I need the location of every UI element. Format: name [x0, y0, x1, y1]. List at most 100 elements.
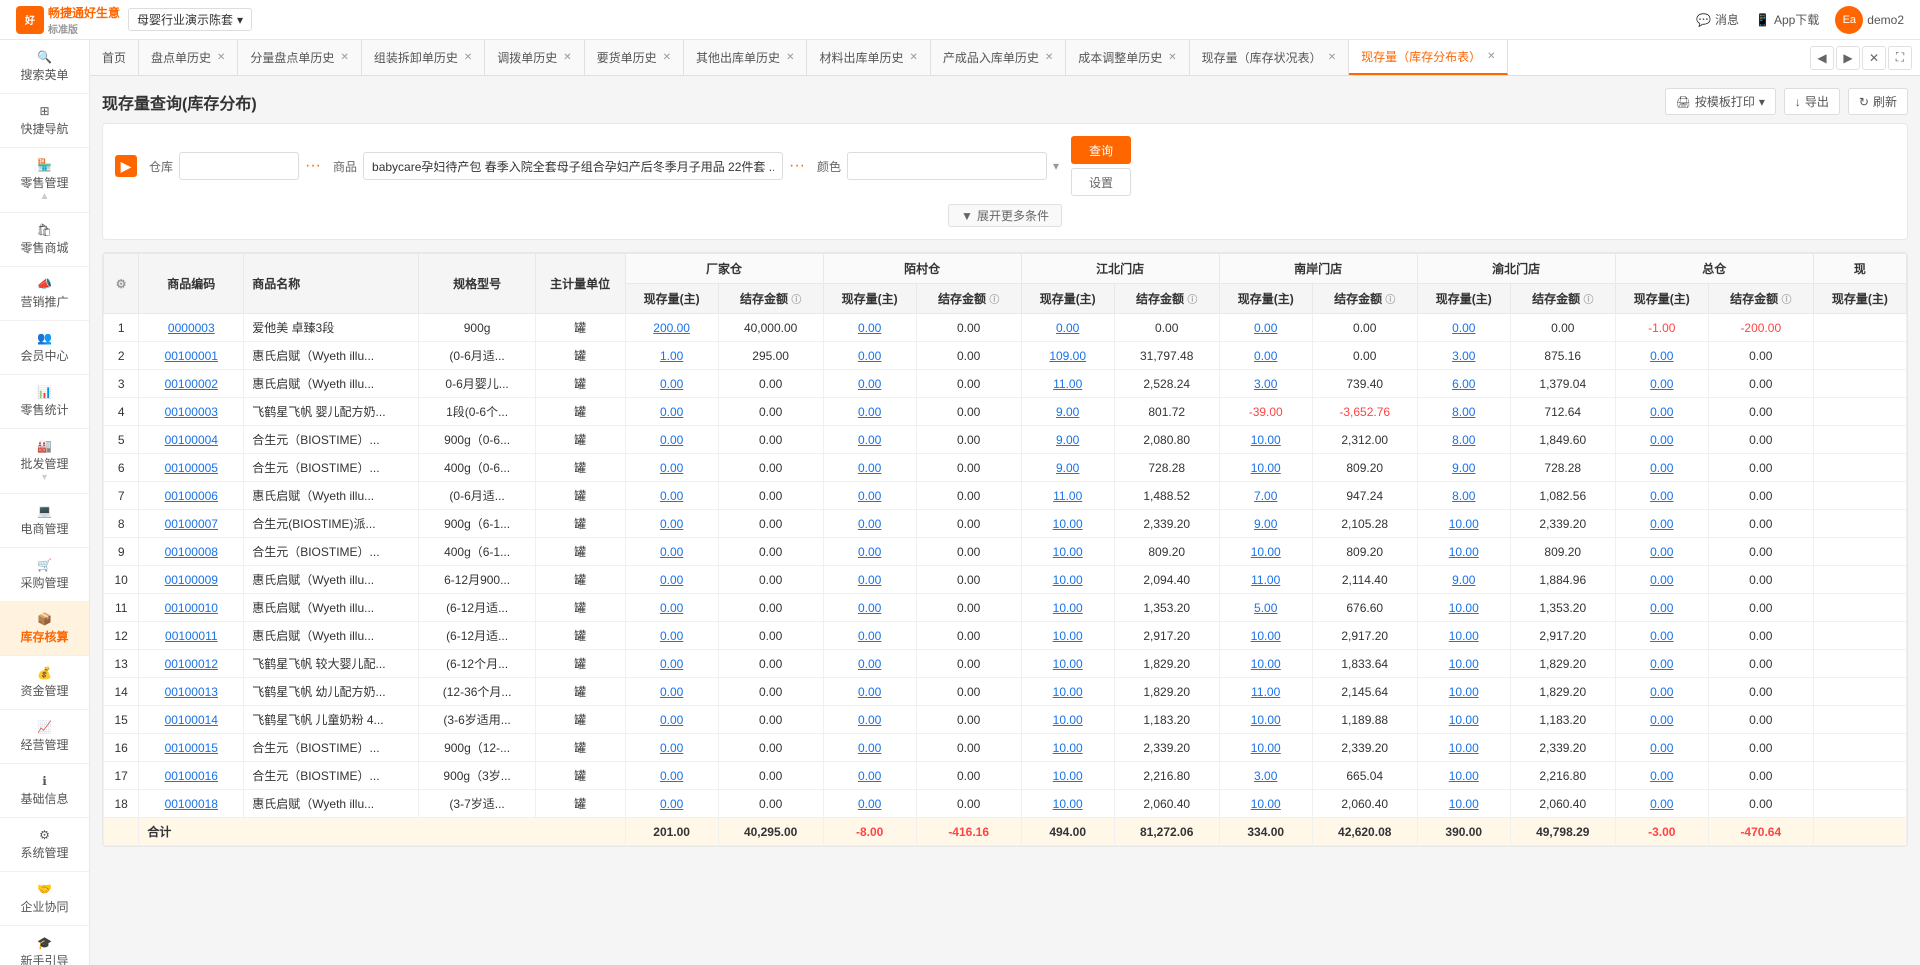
- yubei-qty-link[interactable]: 10.00: [1449, 797, 1479, 811]
- sidebar-item-system[interactable]: ⚙ 系统管理: [0, 818, 89, 872]
- nanan-qty-link[interactable]: 10.00: [1251, 713, 1281, 727]
- tab-home[interactable]: 首页: [90, 40, 139, 75]
- app-download-btn[interactable]: 📱 App下载: [1755, 11, 1819, 28]
- nanan-qty-link[interactable]: 10.00: [1251, 433, 1281, 447]
- close-icon5[interactable]: ✕: [663, 52, 671, 63]
- sidebar-item-purchase[interactable]: 🛒 采购管理: [0, 548, 89, 602]
- mocun-qty-link[interactable]: 0.00: [858, 349, 881, 363]
- total-qty-link[interactable]: -1.00: [1648, 321, 1675, 335]
- jiangbei-qty-link[interactable]: 10.00: [1053, 629, 1083, 643]
- mocun-qty-link[interactable]: 0.00: [858, 629, 881, 643]
- factory-qty-link[interactable]: 0.00: [660, 461, 683, 475]
- total-qty-link[interactable]: 0.00: [1650, 685, 1673, 699]
- sidebar-item-enterprise[interactable]: 🤝 企业协同: [0, 872, 89, 926]
- code-link[interactable]: 00100016: [165, 769, 218, 783]
- code-link[interactable]: 00100010: [165, 601, 218, 615]
- code-link[interactable]: 00100011: [165, 629, 218, 643]
- factory-qty-link[interactable]: 0.00: [660, 797, 683, 811]
- sidebar-item-search[interactable]: 🔍 搜索英单: [0, 40, 89, 94]
- code-link[interactable]: 00100009: [165, 573, 218, 587]
- jiangbei-qty-link[interactable]: 10.00: [1053, 517, 1083, 531]
- setup-btn[interactable]: 设置: [1071, 168, 1131, 196]
- code-link[interactable]: 00100007: [165, 517, 218, 531]
- total-qty-link[interactable]: 0.00: [1650, 545, 1673, 559]
- tab-requisition[interactable]: 要货单历史 ✕: [585, 40, 684, 75]
- code-link[interactable]: 00100012: [165, 657, 218, 671]
- col-settings[interactable]: ⚙: [104, 254, 139, 314]
- user-area[interactable]: Ea demo2: [1835, 6, 1904, 34]
- jiangbei-qty-link[interactable]: 0.00: [1056, 321, 1079, 335]
- jiangbei-qty-link[interactable]: 10.00: [1053, 573, 1083, 587]
- nanan-qty-link[interactable]: 9.00: [1254, 517, 1277, 531]
- mocun-qty-link[interactable]: 0.00: [858, 769, 881, 783]
- sidebar-item-nav[interactable]: ⊞ 快捷导航: [0, 94, 89, 148]
- tab-expand-btn[interactable]: ⛶: [1888, 46, 1912, 70]
- code-link[interactable]: 00100001: [165, 349, 218, 363]
- nanan-qty-link[interactable]: 11.00: [1251, 573, 1280, 587]
- mocun-qty-link[interactable]: 0.00: [858, 321, 881, 335]
- query-btn[interactable]: 查询: [1071, 136, 1131, 164]
- product-dots[interactable]: ···: [789, 157, 805, 175]
- total-qty-link[interactable]: 0.00: [1650, 461, 1673, 475]
- nanan-qty-link[interactable]: 0.00: [1254, 349, 1277, 363]
- factory-qty-link[interactable]: 0.00: [660, 685, 683, 699]
- env-selector[interactable]: 母婴行业演示陈套 ▾: [128, 8, 252, 31]
- yubei-qty-link[interactable]: 10.00: [1449, 769, 1479, 783]
- product-input[interactable]: [363, 152, 783, 180]
- total-qty-link[interactable]: 0.00: [1650, 601, 1673, 615]
- jiangbei-qty-link[interactable]: 10.00: [1053, 601, 1083, 615]
- jiangbei-qty-link[interactable]: 11.00: [1053, 377, 1082, 391]
- mocun-qty-link[interactable]: 0.00: [858, 433, 881, 447]
- warehouse-input[interactable]: [179, 152, 299, 180]
- nanan-qty-link[interactable]: 10.00: [1251, 629, 1281, 643]
- nanan-qty-link[interactable]: 5.00: [1254, 601, 1277, 615]
- total-qty-link[interactable]: 0.00: [1650, 797, 1673, 811]
- total-qty-link[interactable]: 0.00: [1650, 405, 1673, 419]
- nanan-qty-link[interactable]: 11.00: [1251, 685, 1280, 699]
- factory-qty-link[interactable]: 0.00: [660, 433, 683, 447]
- tab-next-btn[interactable]: ▶: [1836, 46, 1860, 70]
- yubei-qty-link[interactable]: 8.00: [1452, 405, 1475, 419]
- close-icon3[interactable]: ✕: [464, 52, 472, 63]
- total-qty-link[interactable]: 0.00: [1650, 489, 1673, 503]
- total-qty-link[interactable]: 0.00: [1650, 629, 1673, 643]
- factory-qty-link[interactable]: 1.00: [660, 349, 683, 363]
- close-icon6[interactable]: ✕: [786, 52, 794, 63]
- factory-qty-link[interactable]: 0.00: [660, 377, 683, 391]
- tab-transfer[interactable]: 调拨单历史 ✕: [485, 40, 584, 75]
- nanan-qty-link[interactable]: 10.00: [1251, 741, 1281, 755]
- close-icon7[interactable]: ✕: [909, 52, 917, 63]
- code-link[interactable]: 00100005: [165, 461, 218, 475]
- mocun-qty-link[interactable]: 0.00: [858, 685, 881, 699]
- nanan-qty-link[interactable]: 10.00: [1251, 545, 1281, 559]
- code-link[interactable]: 00100013: [165, 685, 218, 699]
- code-link[interactable]: 00100002: [165, 377, 218, 391]
- export-btn[interactable]: ↓ 导出: [1784, 88, 1840, 115]
- mocun-qty-link[interactable]: 0.00: [858, 573, 881, 587]
- warehouse-dots[interactable]: ···: [305, 157, 321, 175]
- tab-material-out[interactable]: 材料出库单历史 ✕: [807, 40, 930, 75]
- total-qty-link[interactable]: 0.00: [1650, 349, 1673, 363]
- sidebar-item-finance[interactable]: 💰 资金管理: [0, 656, 89, 710]
- factory-qty-link[interactable]: 0.00: [660, 489, 683, 503]
- sidebar-item-retail-shop[interactable]: 🛍 零售商城: [0, 213, 89, 267]
- code-link[interactable]: 00100015: [165, 741, 218, 755]
- mocun-qty-link[interactable]: 0.00: [858, 601, 881, 615]
- jiangbei-qty-link[interactable]: 10.00: [1053, 685, 1083, 699]
- total-qty-link[interactable]: 0.00: [1650, 517, 1673, 531]
- jiangbei-qty-link[interactable]: 9.00: [1056, 405, 1079, 419]
- factory-qty-link[interactable]: 0.00: [660, 769, 683, 783]
- sidebar-item-member[interactable]: 👥 会员中心: [0, 321, 89, 375]
- code-link[interactable]: 00100004: [165, 433, 218, 447]
- yubei-qty-link[interactable]: 10.00: [1449, 685, 1479, 699]
- total-qty-link[interactable]: 0.00: [1650, 657, 1673, 671]
- tab-sub-inventory[interactable]: 分量盘点单历史 ✕: [238, 40, 361, 75]
- code-link[interactable]: 00100008: [165, 545, 218, 559]
- info-icon4[interactable]: ⓘ: [1385, 295, 1395, 306]
- jiangbei-qty-link[interactable]: 10.00: [1053, 769, 1083, 783]
- mocun-qty-link[interactable]: 0.00: [858, 489, 881, 503]
- sidebar-item-wholesale[interactable]: 🏭 批发管理 ▾: [0, 429, 89, 494]
- sidebar-item-guide[interactable]: 🎓 新手引导: [0, 926, 89, 965]
- yubei-qty-link[interactable]: 8.00: [1452, 433, 1475, 447]
- nanan-qty-link[interactable]: 10.00: [1251, 657, 1281, 671]
